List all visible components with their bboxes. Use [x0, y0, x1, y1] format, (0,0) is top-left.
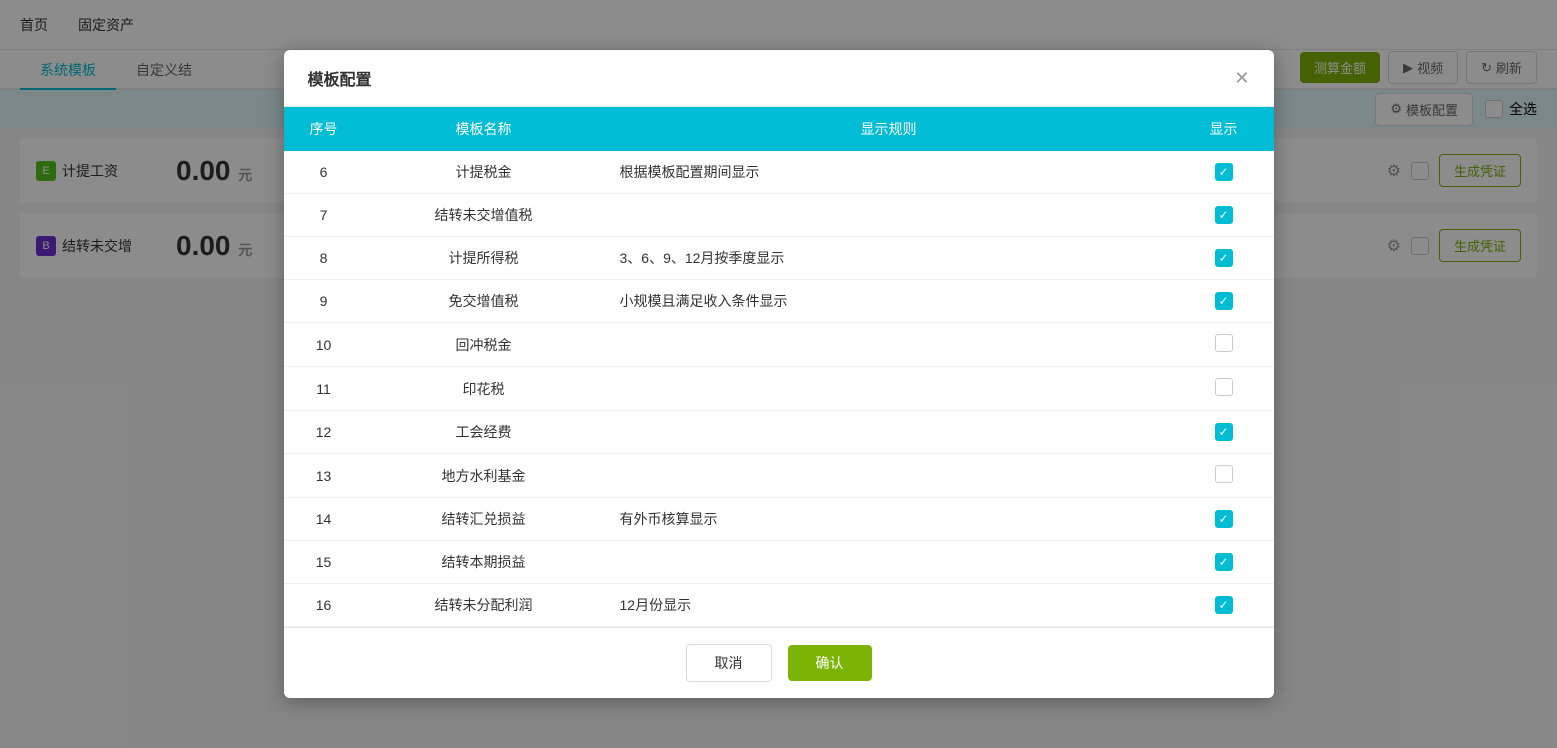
row-rule-5: [604, 367, 1174, 411]
modal-close-button[interactable]: ✕: [1234, 69, 1249, 87]
checkbox-1[interactable]: [1215, 206, 1233, 224]
checkbox-7[interactable]: [1215, 465, 1233, 483]
table-row: 14结转汇兑损益有外币核算显示: [284, 498, 1274, 541]
row-index-8: 14: [284, 498, 364, 541]
row-check-6: [1174, 411, 1274, 454]
row-name-0: 计提税金: [364, 151, 604, 194]
checkbox-8[interactable]: [1215, 510, 1233, 528]
checkbox-0[interactable]: [1215, 163, 1233, 181]
checkbox-9[interactable]: [1215, 553, 1233, 571]
row-check-4: [1174, 323, 1274, 367]
row-rule-6: [604, 411, 1174, 454]
table-row: 7结转未交增值税: [284, 194, 1274, 237]
table-row: 13地方水利基金: [284, 454, 1274, 498]
col-header-index: 序号: [284, 107, 364, 151]
row-check-2: [1174, 237, 1274, 280]
row-rule-0: 根据模板配置期间显示: [604, 151, 1174, 194]
row-index-10: 16: [284, 584, 364, 627]
modal-header: 模板配置 ✕: [284, 50, 1274, 107]
row-name-4: 回冲税金: [364, 323, 604, 367]
row-index-2: 8: [284, 237, 364, 280]
checkbox-10[interactable]: [1215, 596, 1233, 614]
row-name-7: 地方水利基金: [364, 454, 604, 498]
table-row: 15结转本期损益: [284, 541, 1274, 584]
col-header-rule: 显示规则: [604, 107, 1174, 151]
row-rule-1: [604, 194, 1174, 237]
table-row: 6计提税金根据模板配置期间显示: [284, 151, 1274, 194]
row-rule-3: 小规模且满足收入条件显示: [604, 280, 1174, 323]
checkbox-4[interactable]: [1215, 334, 1233, 352]
row-rule-9: [604, 541, 1174, 584]
row-index-7: 13: [284, 454, 364, 498]
row-check-5: [1174, 367, 1274, 411]
checkbox-5[interactable]: [1215, 378, 1233, 396]
modal-footer: 取消 确认: [284, 627, 1274, 698]
table-row: 9免交增值税小规模且满足收入条件显示: [284, 280, 1274, 323]
table-row: 8计提所得税3、6、9、12月按季度显示: [284, 237, 1274, 280]
row-check-9: [1174, 541, 1274, 584]
row-check-8: [1174, 498, 1274, 541]
row-rule-2: 3、6、9、12月按季度显示: [604, 237, 1174, 280]
row-name-9: 结转本期损益: [364, 541, 604, 584]
cancel-button[interactable]: 取消: [686, 644, 772, 682]
row-rule-4: [604, 323, 1174, 367]
checkbox-6[interactable]: [1215, 423, 1233, 441]
row-check-10: [1174, 584, 1274, 627]
config-table: 序号 模板名称 显示规则 显示 6计提税金根据模板配置期间显示7结转未交增值税8…: [284, 107, 1274, 627]
table-row: 11印花税: [284, 367, 1274, 411]
modal-body: 序号 模板名称 显示规则 显示 6计提税金根据模板配置期间显示7结转未交增值税8…: [284, 107, 1274, 627]
col-header-name: 模板名称: [364, 107, 604, 151]
row-name-3: 免交增值税: [364, 280, 604, 323]
row-index-6: 12: [284, 411, 364, 454]
confirm-button[interactable]: 确认: [788, 645, 872, 681]
table-scroll-area[interactable]: 序号 模板名称 显示规则 显示 6计提税金根据模板配置期间显示7结转未交增值税8…: [284, 107, 1274, 627]
row-check-3: [1174, 280, 1274, 323]
row-check-1: [1174, 194, 1274, 237]
table-row: 12工会经费: [284, 411, 1274, 454]
row-index-0: 6: [284, 151, 364, 194]
checkbox-2[interactable]: [1215, 249, 1233, 267]
row-index-3: 9: [284, 280, 364, 323]
row-rule-8: 有外币核算显示: [604, 498, 1174, 541]
row-name-5: 印花税: [364, 367, 604, 411]
row-name-10: 结转未分配利润: [364, 584, 604, 627]
checkbox-3[interactable]: [1215, 292, 1233, 310]
col-header-show: 显示: [1174, 107, 1274, 151]
row-name-8: 结转汇兑损益: [364, 498, 604, 541]
template-config-modal: 模板配置 ✕ 序号 模板名称 显示规则 显示 6计提税金根据模板配置期间显: [284, 50, 1274, 698]
row-name-2: 计提所得税: [364, 237, 604, 280]
table-row: 10回冲税金: [284, 323, 1274, 367]
modal-overlay: 模板配置 ✕ 序号 模板名称 显示规则 显示 6计提税金根据模板配置期间显: [0, 0, 1557, 748]
table-row: 16结转未分配利润12月份显示: [284, 584, 1274, 627]
row-index-1: 7: [284, 194, 364, 237]
row-rule-7: [604, 454, 1174, 498]
row-check-0: [1174, 151, 1274, 194]
row-index-9: 15: [284, 541, 364, 584]
modal-title: 模板配置: [308, 66, 372, 90]
row-index-4: 10: [284, 323, 364, 367]
row-check-7: [1174, 454, 1274, 498]
row-name-1: 结转未交增值税: [364, 194, 604, 237]
row-rule-10: 12月份显示: [604, 584, 1174, 627]
row-index-5: 11: [284, 367, 364, 411]
row-name-6: 工会经费: [364, 411, 604, 454]
